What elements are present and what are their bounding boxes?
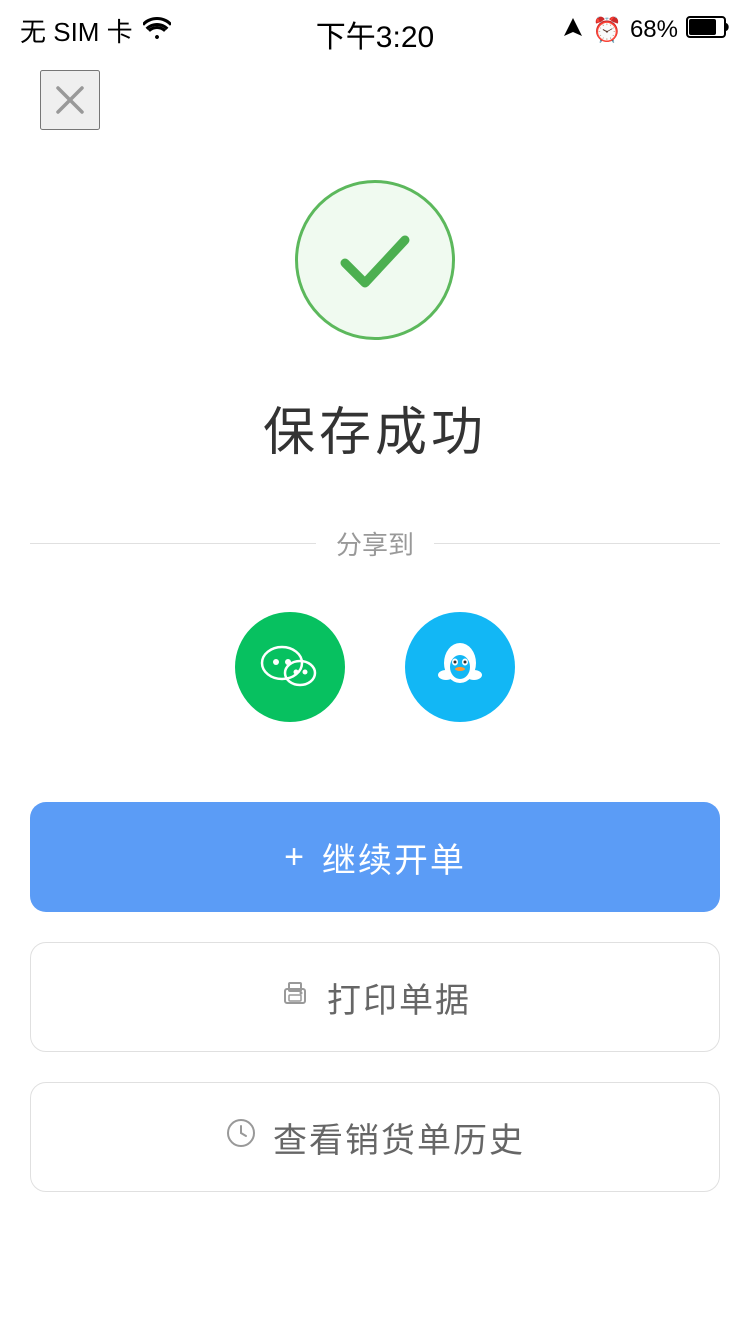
wechat-share-button[interactable]	[235, 612, 345, 722]
location-icon	[562, 16, 584, 45]
history-button[interactable]: 查看销货单历史	[30, 1082, 720, 1192]
print-icon	[279, 977, 311, 1018]
share-icons	[30, 612, 720, 722]
main-content: 保存成功 分享到	[0, 60, 750, 1192]
print-label: 打印单据	[327, 973, 471, 1022]
share-section: 分享到	[30, 525, 720, 802]
success-section: 保存成功	[263, 180, 487, 465]
status-right: ⏰ 68%	[562, 16, 730, 45]
success-title: 保存成功	[263, 390, 487, 465]
success-circle	[295, 180, 455, 340]
status-left: 无 SIM 卡	[20, 12, 171, 49]
battery-icon	[686, 16, 730, 45]
status-bar: 无 SIM 卡 下午3:20 ⏰ 68%	[0, 0, 750, 60]
share-label: 分享到	[336, 525, 414, 562]
print-button[interactable]: 打印单据	[30, 942, 720, 1052]
continue-button[interactable]: + 继续开单	[30, 802, 720, 912]
action-buttons: + 继续开单 打印单据 查看销货单历史	[30, 802, 720, 1192]
status-time: 下午3:20	[316, 12, 434, 56]
wifi-icon	[143, 15, 171, 46]
share-divider: 分享到	[30, 525, 720, 562]
sim-text: 无 SIM 卡	[20, 12, 133, 49]
history-label: 查看销货单历史	[273, 1113, 525, 1162]
alarm-icon: ⏰	[592, 16, 622, 45]
qq-share-button[interactable]	[405, 612, 515, 722]
continue-label: 继续开单	[322, 833, 466, 882]
close-button[interactable]	[40, 70, 100, 130]
battery-text: 68%	[630, 16, 678, 44]
plus-icon: +	[284, 838, 306, 877]
history-icon	[225, 1117, 257, 1158]
